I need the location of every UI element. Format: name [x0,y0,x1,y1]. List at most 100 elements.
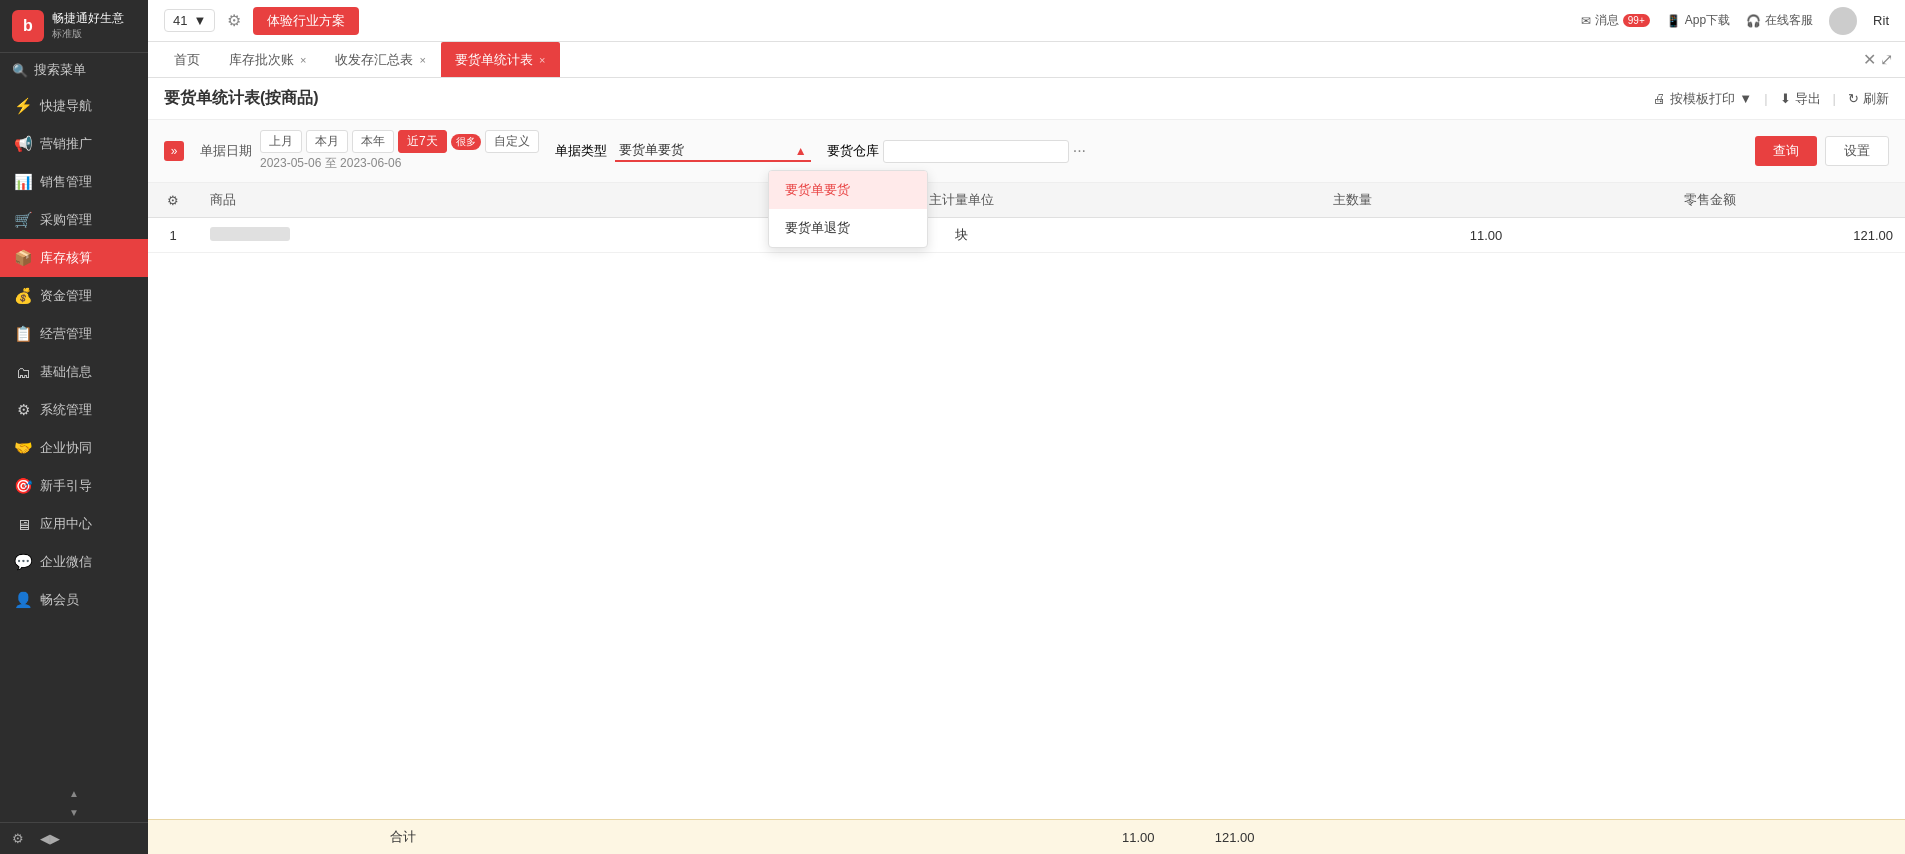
table-header: ⚙ 商品 主计量单位 主数量 零售金额 [148,183,1905,218]
sidebar-scroll-down[interactable]: ▼ [0,803,148,822]
sidebar-item-marketing[interactable]: 📢 营销推广 [0,125,148,163]
product-blurred [210,227,290,241]
table-body: 1 块 11.00 121.00 [148,218,1905,253]
warehouse-more-icon[interactable]: ··· [1073,142,1086,160]
online-service-btn[interactable]: 🎧 在线客服 [1746,12,1813,29]
tab-batch-account-close[interactable]: × [300,54,306,66]
dropdown-item-order-goods[interactable]: 要货单要货 [769,171,927,209]
warehouse-filter-group: 要货仓库 ··· [827,140,1086,163]
page: 要货单统计表(按商品) 🖨 按模板打印 ▼ | ⬇ 导出 | ↻ [148,78,1905,854]
tab-order-stats[interactable]: 要货单统计表 × [441,42,560,77]
tab-bar: 首页 库存批次账 × 收发存汇总表 × 要货单统计表 × ✕ ⤢ [148,42,1905,78]
sidebar-item-quick-nav[interactable]: ⚡ 快捷导航 [0,87,148,125]
sidebar-scroll-up[interactable]: ▲ [0,784,148,803]
sales-icon: 📊 [14,173,32,191]
tab-collection-summary[interactable]: 收发存汇总表 × [321,42,440,77]
sidebar-item-finance[interactable]: 💰 资金管理 [0,277,148,315]
warehouse-input[interactable] [883,140,1069,163]
prev-month-btn[interactable]: 上月 [260,130,302,153]
operation-icon: 📋 [14,325,32,343]
tab-home[interactable]: 首页 [160,42,215,77]
sidebar: b 畅捷通好生意 标准版 🔍 搜索菜单 ⚡ 快捷导航 📢 营销推广 📊 销售管理… [0,0,148,854]
collapse-icon[interactable]: ◀▶ [40,831,60,846]
phone-icon: 📱 [1666,14,1681,28]
this-year-btn[interactable]: 本年 [352,130,394,153]
this-month-btn[interactable]: 本月 [306,130,348,153]
col-product: 商品 [198,183,733,218]
tab-batch-account[interactable]: 库存批次账 × [215,42,321,77]
scroll-up-icon: ▲ [69,788,79,799]
refresh-btn[interactable]: ↻ 刷新 [1848,90,1889,108]
sidebar-search[interactable]: 🔍 搜索菜单 [0,53,148,87]
print-template-btn[interactable]: 🖨 按模板打印 ▼ [1653,90,1752,108]
last-7days-btn[interactable]: 近7天 [398,130,447,153]
sidebar-item-basic[interactable]: 🗂 基础信息 [0,353,148,391]
store-selector[interactable]: 41 ▼ [164,9,215,32]
type-filter-group: 单据类型 ▲ [555,141,811,162]
trial-btn[interactable]: 体验行业方案 [253,7,359,35]
date-filter-group: 单据日期 上月 本月 本年 近7天 很多 自定义 2023-05-06 至 20… [200,130,539,172]
tab-collection-summary-label: 收发存汇总表 [335,51,413,69]
sidebar-item-label: 营销推广 [40,135,92,153]
tab-home-label: 首页 [174,51,200,69]
filter-bar: » 单据日期 上月 本月 本年 近7天 很多 自定义 2023-05-06 至 … [148,120,1905,183]
cell-seq: 1 [148,218,198,253]
topbar-right: ✉ 消息 99+ 📱 App下载 🎧 在线客服 Rit [1581,7,1889,35]
store-number: 41 [173,13,187,28]
settings-bottom-icon[interactable]: ⚙ [12,831,24,846]
user-avatar[interactable] [1829,7,1857,35]
store-dropdown-icon: ▼ [193,13,206,28]
sidebar-item-label: 企业微信 [40,553,92,571]
cell-qty: 11.00 [1190,218,1514,253]
finance-icon: 💰 [14,287,32,305]
export-btn[interactable]: ⬇ 导出 [1780,90,1821,108]
tab-order-stats-close[interactable]: × [539,54,545,66]
sidebar-item-enterprise[interactable]: 🤝 企业协同 [0,429,148,467]
table-footer: 合计 11.00 121.00 [148,819,1905,854]
data-table: ⚙ 商品 主计量单位 主数量 零售金额 1 [148,183,1905,253]
sidebar-item-sales[interactable]: 📊 销售管理 [0,163,148,201]
message-icon: ✉ [1581,14,1591,28]
member-icon: 👤 [14,591,32,609]
filter-toggle-btn[interactable]: » [164,141,184,161]
sidebar-nav: ⚡ 快捷导航 📢 营销推广 📊 销售管理 🛒 采购管理 📦 库存核算 💰 资金管… [0,87,148,784]
app-logo-text: 畅捷通好生意 标准版 [52,11,124,41]
sidebar-item-label: 销售管理 [40,173,92,191]
page-actions: 🖨 按模板打印 ▼ | ⬇ 导出 | ↻ 刷新 [1653,90,1889,108]
sidebar-item-label: 快捷导航 [40,97,92,115]
sidebar-item-member[interactable]: 👤 畅会员 [0,581,148,619]
tab-batch-account-label: 库存批次账 [229,51,294,69]
table-wrapper: ⚙ 商品 主计量单位 主数量 零售金额 1 [148,183,1905,819]
sidebar-item-purchase[interactable]: 🛒 采购管理 [0,201,148,239]
sidebar-item-operation[interactable]: 📋 经营管理 [0,315,148,353]
query-btn[interactable]: 查询 [1755,136,1817,166]
col-settings: ⚙ [148,183,198,218]
sidebar-item-label: 系统管理 [40,401,92,419]
dropdown-item-order-return[interactable]: 要货单退货 [769,209,927,247]
page-header: 要货单统计表(按商品) 🖨 按模板打印 ▼ | ⬇ 导出 | ↻ [148,78,1905,120]
app-download-btn[interactable]: 📱 App下载 [1666,12,1730,29]
system-icon: ⚙ [14,401,32,419]
app-logo-icon: b [12,10,44,42]
type-select-input[interactable] [615,141,811,162]
sidebar-item-system[interactable]: ⚙ 系统管理 [0,391,148,429]
sidebar-item-wechat[interactable]: 💬 企业微信 [0,543,148,581]
custom-date-btn[interactable]: 自定义 [485,130,539,153]
sidebar-item-label: 经营管理 [40,325,92,343]
sidebar-item-appstore[interactable]: 🖥 应用中心 [0,505,148,543]
col-amount: 零售金额 [1514,183,1905,218]
close-all-tabs-icon[interactable]: ✕ [1863,50,1876,69]
sidebar-item-guide[interactable]: 🎯 新手引导 [0,467,148,505]
marketing-icon: 📢 [14,135,32,153]
filter-settings-btn[interactable]: 设置 [1825,136,1889,166]
message-btn[interactable]: ✉ 消息 99+ [1581,12,1650,29]
export-icon: ⬇ [1780,91,1791,106]
sidebar-item-inventory[interactable]: 📦 库存核算 [0,239,148,277]
table-settings-icon[interactable]: ⚙ [167,193,179,208]
divider-1: | [1764,91,1767,106]
sidebar-item-label: 资金管理 [40,287,92,305]
tab-collection-summary-close[interactable]: × [419,54,425,66]
expand-tabs-icon[interactable]: ⤢ [1880,50,1893,69]
topbar-settings-icon[interactable]: ⚙ [227,11,241,30]
search-icon: 🔍 [12,63,28,78]
